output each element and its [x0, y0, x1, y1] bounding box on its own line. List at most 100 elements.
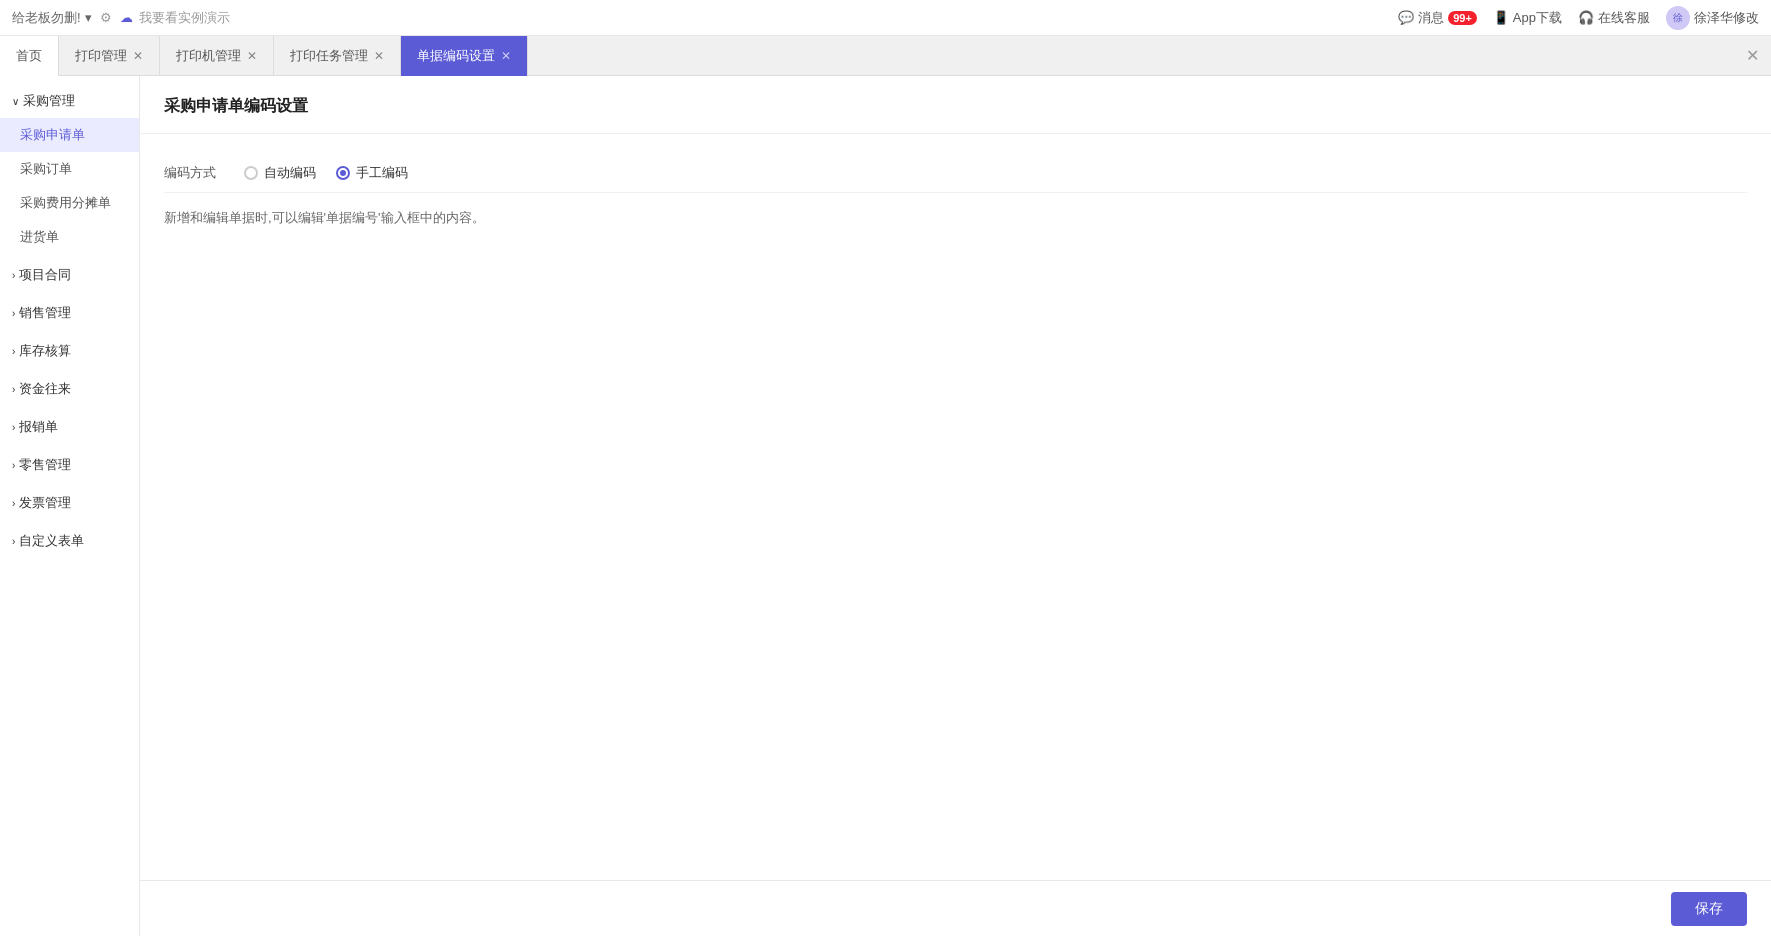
sidebar-item-purchase-request-label: 采购申请单 — [20, 127, 85, 142]
sidebar-group-invoice-mgmt-label: 发票管理 — [19, 494, 71, 512]
sidebar-item-purchase-expense-label: 采购费用分摊单 — [20, 195, 111, 210]
radio-manual-circle[interactable] — [336, 166, 350, 180]
hint-text: 新增和编辑单据时,可以编辑'单据编号'输入框中的内容。 — [164, 209, 1747, 227]
main-layout: ∨ 采购管理 采购申请单 采购订单 采购费用分摊单 进货单 › 项目合同 — [0, 76, 1771, 936]
sidebar-group-project-contract-title[interactable]: › 项目合同 — [0, 258, 139, 292]
sidebar-group-project-contract-label: 项目合同 — [19, 266, 71, 284]
sidebar-group-returns-title[interactable]: › 报销单 — [0, 410, 139, 444]
sidebar-group-inventory-settlement: › 库存核算 — [0, 334, 139, 368]
chevron-right-icon-2: › — [12, 308, 15, 319]
radio-group-encoding: 自动编码 手工编码 — [244, 164, 408, 182]
page-title: 采购申请单编码设置 — [164, 96, 1747, 117]
sidebar-group-retail-mgmt-title[interactable]: › 零售管理 — [0, 448, 139, 482]
tab-home-label: 首页 — [16, 47, 42, 65]
customer-service-label: 在线客服 — [1598, 9, 1650, 27]
radio-auto-circle[interactable] — [244, 166, 258, 180]
tab-print-mgmt-close[interactable]: ✕ — [133, 49, 143, 63]
sidebar-item-purchase-request[interactable]: 采购申请单 — [0, 118, 139, 152]
avatar: 徐 — [1666, 6, 1690, 30]
tab-barcode-settings-close[interactable]: ✕ — [501, 49, 511, 63]
chevron-down-icon: ∨ — [12, 96, 19, 107]
sidebar-item-purchase-expense[interactable]: 采购费用分摊单 — [0, 186, 139, 220]
user-profile[interactable]: 徐 徐泽华修改 — [1666, 6, 1759, 30]
brand-label[interactable]: 给老板勿删! ▾ — [12, 9, 92, 27]
sidebar-group-project-contract: › 项目合同 — [0, 258, 139, 292]
sidebar-group-returns-label: 报销单 — [19, 418, 58, 436]
sidebar-item-stock-in[interactable]: 进货单 — [0, 220, 139, 254]
tab-print-mgmt-label: 打印管理 — [75, 47, 127, 65]
app-download-button[interactable]: 📱 App下载 — [1493, 9, 1562, 27]
sidebar-group-inventory-settlement-label: 库存核算 — [19, 342, 71, 360]
chevron-right-icon: › — [12, 270, 15, 281]
headset-icon: 🎧 — [1578, 10, 1594, 25]
sidebar-group-returns: › 报销单 — [0, 410, 139, 444]
tab-barcode-settings[interactable]: 单据编码设置 ✕ — [401, 36, 528, 76]
app-icon: 📱 — [1493, 10, 1509, 25]
form-label-encoding: 编码方式 — [164, 164, 224, 182]
tab-printer-mgmt-close[interactable]: ✕ — [247, 49, 257, 63]
sidebar-group-invoice-mgmt: › 发票管理 — [0, 486, 139, 520]
top-bar: 给老板勿删! ▾ ⚙ ☁ 我要看实例演示 💬 消息 99+ 📱 App下载 🎧 … — [0, 0, 1771, 36]
sidebar-group-custom-forms: › 自定义表单 — [0, 524, 139, 558]
cloud-icon: ☁ — [120, 10, 133, 25]
sidebar-group-invoice-mgmt-title[interactable]: › 发票管理 — [0, 486, 139, 520]
encoding-method-row: 编码方式 自动编码 手工编码 — [164, 154, 1747, 193]
top-bar-left: 给老板勿删! ▾ ⚙ ☁ 我要看实例演示 — [12, 9, 230, 27]
radio-auto-label: 自动编码 — [264, 164, 316, 182]
tab-print-task-mgmt-close[interactable]: ✕ — [374, 49, 384, 63]
top-bar-right: 💬 消息 99+ 📱 App下载 🎧 在线客服 徐 徐泽华修改 — [1398, 6, 1759, 30]
sidebar-item-stock-in-label: 进货单 — [20, 229, 59, 244]
tab-printer-mgmt[interactable]: 打印机管理 ✕ — [160, 36, 274, 76]
customer-service-button[interactable]: 🎧 在线客服 — [1578, 9, 1650, 27]
radio-auto-encoding[interactable]: 自动编码 — [244, 164, 316, 182]
sidebar-group-sales-mgmt-label: 销售管理 — [19, 304, 71, 322]
sidebar-group-retail-mgmt-label: 零售管理 — [19, 456, 71, 474]
tab-printer-mgmt-label: 打印机管理 — [176, 47, 241, 65]
chevron-right-icon-4: › — [12, 384, 15, 395]
sidebar-group-sales-mgmt-title[interactable]: › 销售管理 — [0, 296, 139, 330]
sidebar-item-purchase-order[interactable]: 采购订单 — [0, 152, 139, 186]
settings-icon[interactable]: ⚙ — [100, 10, 112, 25]
sidebar-group-fund-flow-label: 资金往来 — [19, 380, 71, 398]
sidebar-group-custom-forms-label: 自定义表单 — [19, 532, 84, 550]
sidebar-group-sales-mgmt: › 销售管理 — [0, 296, 139, 330]
tab-barcode-settings-label: 单据编码设置 — [417, 47, 495, 65]
message-button[interactable]: 💬 消息 99+ — [1398, 9, 1477, 27]
radio-manual-encoding[interactable]: 手工编码 — [336, 164, 408, 182]
radio-manual-label: 手工编码 — [356, 164, 408, 182]
sidebar-group-inventory-settlement-title[interactable]: › 库存核算 — [0, 334, 139, 368]
tab-home[interactable]: 首页 — [0, 36, 59, 76]
sidebar-group-fund-flow: › 资金往来 — [0, 372, 139, 406]
sidebar-group-purchase-mgmt-title[interactable]: ∨ 采购管理 — [0, 84, 139, 118]
save-button[interactable]: 保存 — [1671, 892, 1747, 926]
chevron-right-icon-5: › — [12, 422, 15, 433]
sidebar: ∨ 采购管理 采购申请单 采购订单 采购费用分摊单 进货单 › 项目合同 — [0, 76, 140, 936]
chevron-right-icon-6: › — [12, 460, 15, 471]
global-close-button[interactable]: ✕ — [1734, 46, 1771, 65]
message-badge: 99+ — [1448, 11, 1477, 25]
sidebar-group-custom-forms-title[interactable]: › 自定义表单 — [0, 524, 139, 558]
tab-print-task-mgmt-label: 打印任务管理 — [290, 47, 368, 65]
dropdown-icon[interactable]: ▾ — [85, 10, 92, 25]
sidebar-group-purchase-mgmt-label: 采购管理 — [23, 92, 75, 110]
chevron-right-icon-3: › — [12, 346, 15, 357]
sidebar-group-retail-mgmt: › 零售管理 — [0, 448, 139, 482]
sidebar-item-purchase-order-label: 采购订单 — [20, 161, 72, 176]
content-header: 采购申请单编码设置 — [140, 76, 1771, 134]
search-text: 我要看实例演示 — [139, 9, 230, 27]
brand-text: 给老板勿删! — [12, 9, 81, 27]
search-bar[interactable]: ☁ 我要看实例演示 — [120, 9, 230, 27]
tab-print-mgmt[interactable]: 打印管理 ✕ — [59, 36, 160, 76]
message-icon: 💬 — [1398, 10, 1414, 25]
tab-print-task-mgmt[interactable]: 打印任务管理 ✕ — [274, 36, 401, 76]
sidebar-group-fund-flow-title[interactable]: › 资金往来 — [0, 372, 139, 406]
tab-bar: 首页 打印管理 ✕ 打印机管理 ✕ 打印任务管理 ✕ 单据编码设置 ✕ ✕ — [0, 36, 1771, 76]
user-name: 徐泽华修改 — [1694, 9, 1759, 27]
content-body: 编码方式 自动编码 手工编码 新增和编辑单据时,可以编辑'单据编号'输入框中的内… — [140, 134, 1771, 880]
content-area: 采购申请单编码设置 编码方式 自动编码 手工编码 新增和编辑单据时,可以编辑'单… — [140, 76, 1771, 936]
content-footer: 保存 — [140, 880, 1771, 936]
message-label: 消息 — [1418, 9, 1444, 27]
chevron-right-icon-8: › — [12, 536, 15, 547]
app-download-label: App下载 — [1513, 9, 1562, 27]
sidebar-group-purchase-mgmt: ∨ 采购管理 采购申请单 采购订单 采购费用分摊单 进货单 — [0, 84, 139, 254]
